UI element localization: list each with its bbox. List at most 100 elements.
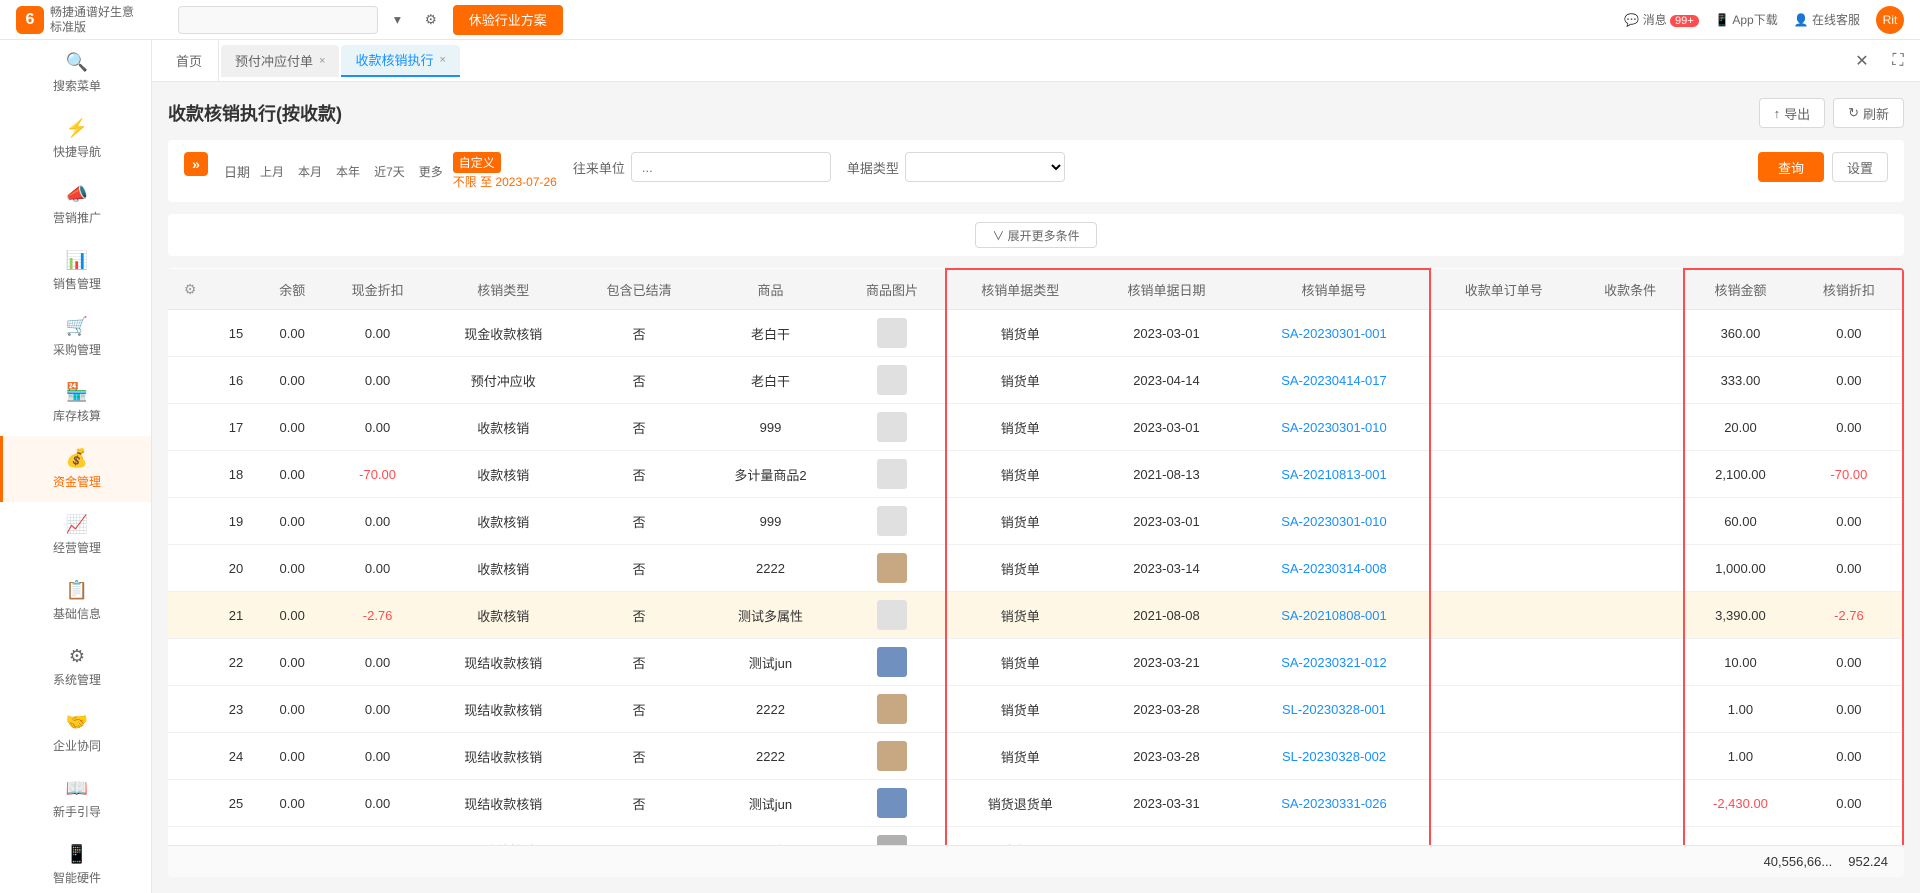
bill-no-link[interactable]: SA-20230331-026 — [1281, 796, 1387, 811]
from-unit-input[interactable] — [631, 152, 831, 182]
td-settings — [168, 545, 212, 592]
product-image — [877, 788, 907, 818]
export-button[interactable]: ↑ 导出 — [1759, 98, 1826, 128]
date-range: 不限 至 2023-07-26 — [453, 173, 557, 190]
bill-no-link[interactable]: SA-20230301-010 — [1281, 420, 1387, 435]
td-cancel_bill_date: 2023-03-31 — [1094, 780, 1240, 827]
sidebar-label-9: 系统管理 — [53, 671, 101, 688]
bill-no-link[interactable]: SA-20230301-001 — [1281, 326, 1387, 341]
sidebar-item-9[interactable]: ⚙系统管理 — [0, 634, 151, 700]
tab-home[interactable]: 首页 — [160, 40, 219, 82]
td-balance: 0.00 — [260, 357, 325, 404]
td-cancel_amount: 1.00 — [1684, 686, 1796, 733]
bill-no-link[interactable]: SL-20230328-002 — [1282, 749, 1386, 764]
td-cancel_bill_no[interactable]: SL-20230328-002 — [1239, 733, 1429, 780]
date-opt[interactable]: 本月 — [294, 161, 326, 182]
refresh-button[interactable]: ↻ 刷新 — [1833, 98, 1904, 128]
table-scroll[interactable]: ⚙余额现金折扣核销类型包含已结清商品商品图片核销单据类型核销单据日期核销单据号收… — [168, 268, 1904, 845]
tab-receipt[interactable]: 收款核销执行 × — [341, 45, 459, 77]
date-options: 上月本月本年近7天更多 — [256, 161, 447, 182]
th-cancel_discount: 核销折扣 — [1796, 269, 1903, 310]
search-input[interactable] — [178, 6, 378, 34]
tab-prepay-close[interactable]: × — [319, 55, 325, 67]
td-product: 999 — [702, 404, 839, 451]
sidebar-icon-2: 📣 — [66, 184, 88, 205]
sidebar-item-5[interactable]: 🏪库存核算 — [0, 370, 151, 436]
app-download-link[interactable]: 📱 App下载 — [1715, 11, 1778, 28]
bill-no-link[interactable]: SL-20230328-001 — [1282, 702, 1386, 717]
date-opt[interactable]: 更多 — [415, 161, 447, 182]
td-receipt_order_no — [1430, 827, 1577, 846]
dropdown-btn[interactable]: ▾ — [386, 6, 409, 34]
sidebar-item-2[interactable]: 📣 营销推广 — [0, 172, 151, 238]
settings-col-icon[interactable]: ⚙ — [184, 281, 197, 297]
sidebar-item-1[interactable]: ⚡快捷导航 — [0, 106, 151, 172]
single-report-select[interactable] — [905, 152, 1065, 182]
td-cancel_bill_no[interactable]: SA-20230331-026 — [1239, 780, 1429, 827]
td-cancel_bill_no[interactable]: SA-20230414-017 — [1239, 357, 1429, 404]
td-cancel_bill_type: 销货单 — [946, 498, 1093, 545]
sidebar-item-11[interactable]: 📖新手引导 — [0, 766, 151, 832]
td-product: 测试jun — [702, 639, 839, 686]
filter-expand-btn[interactable]: » — [184, 152, 208, 176]
tab-expand-btn[interactable]: ⛶ — [1884, 47, 1912, 75]
td-cancel_type: 收款核销 — [430, 545, 576, 592]
td-cancel_bill_no[interactable]: ABC-001 — [1239, 827, 1429, 846]
td-settings — [168, 827, 212, 846]
table-footer: 40,556,66... 952.24 — [168, 845, 1904, 877]
td-cancel_bill_no[interactable]: SA-20230321-012 — [1239, 639, 1429, 686]
sidebar-icon-0: 🔍 — [66, 52, 88, 73]
sidebar-item-3[interactable]: 📊销售管理 — [0, 238, 151, 304]
td-receipt_order_no — [1430, 498, 1577, 545]
bill-no-link[interactable]: SA-20210808-001 — [1281, 608, 1387, 623]
date-custom[interactable]: 自定义 — [453, 152, 501, 173]
tab-close-btn[interactable]: ✕ — [1848, 47, 1876, 75]
bill-no-link[interactable]: SA-20230314-008 — [1281, 561, 1387, 576]
industry-btn[interactable]: 休验行业方案 — [453, 5, 563, 35]
td-cancel_bill_no[interactable]: SL-20230328-001 — [1239, 686, 1429, 733]
bill-no-link[interactable]: SA-20230321-012 — [1281, 655, 1387, 670]
td-seq: 21 — [212, 592, 259, 639]
sidebar-item-0[interactable]: 🔍搜索菜单 — [0, 40, 151, 106]
sidebar-label-2: 营销推广 — [53, 209, 101, 226]
online-service-link[interactable]: 👤 在线客服 — [1794, 11, 1860, 28]
td-cancel_bill_no[interactable]: SA-20210808-001 — [1239, 592, 1429, 639]
bill-no-link[interactable]: SA-20210813-001 — [1281, 467, 1387, 482]
bill-no-link[interactable]: SA-20230301-010 — [1281, 514, 1387, 529]
query-button[interactable]: 查询 — [1758, 152, 1824, 182]
td-cancel_bill_no[interactable]: SA-20230301-010 — [1239, 404, 1429, 451]
top-bar-right: 💬 消息 99+ 📱 App下载 👤 在线客服 Rit — [1624, 6, 1904, 34]
expand-more: ∨ 展开更多条件 — [168, 214, 1904, 256]
date-opt[interactable]: 上月 — [256, 161, 288, 182]
top-bar: 6 畅捷通谱好生意 标准版 ▾ ⚙ 休验行业方案 💬 消息 99+ 📱 App下… — [0, 0, 1920, 40]
td-product: 2222 — [702, 545, 839, 592]
avatar[interactable]: Rit — [1876, 6, 1904, 34]
td-product_img — [839, 545, 946, 592]
expand-more-button[interactable]: ∨ 展开更多条件 — [975, 222, 1096, 248]
logo-icon: 6 — [16, 6, 44, 34]
td-cash_discount: 0.00 — [325, 733, 431, 780]
sidebar-item-12[interactable]: 📱智能硬件 — [0, 832, 151, 893]
sidebar-item-8[interactable]: 📋基础信息 — [0, 568, 151, 634]
td-cancel_bill_date: 2023-03-21 — [1094, 639, 1240, 686]
settings-button[interactable]: 设置 — [1832, 152, 1888, 182]
sidebar-item-4[interactable]: 🛒采购管理 — [0, 304, 151, 370]
bill-no-link[interactable]: SA-20230414-017 — [1281, 373, 1387, 388]
td-cancel_bill_no[interactable]: SA-20230301-010 — [1239, 498, 1429, 545]
date-opt[interactable]: 近7天 — [370, 161, 409, 182]
td-cancel_type: 预付冲应收 — [430, 357, 576, 404]
date-opt[interactable]: 本年 — [332, 161, 364, 182]
th-cancel_amount: 核销金额 — [1684, 269, 1796, 310]
sidebar-item-10[interactable]: 🤝企业协同 — [0, 700, 151, 766]
gear-icon[interactable]: ⚙ — [417, 6, 445, 34]
value-cell: -2,430.00 — [1713, 796, 1768, 811]
notification-icon[interactable]: 💬 消息 99+ — [1624, 11, 1698, 28]
td-cancel_bill_no[interactable]: SA-20210813-001 — [1239, 451, 1429, 498]
td-cancel_bill_no[interactable]: SA-20230301-001 — [1239, 310, 1429, 357]
tab-prepay[interactable]: 预付冲应付单 × — [221, 45, 339, 77]
tab-receipt-close[interactable]: × — [439, 54, 445, 66]
sidebar-item-6[interactable]: 💰资金管理 — [0, 436, 151, 502]
td-cancel_bill_no[interactable]: SA-20230314-008 — [1239, 545, 1429, 592]
td-cancel_type: 现结收款核销 — [430, 639, 576, 686]
sidebar-item-7[interactable]: 📈经营管理 — [0, 502, 151, 568]
